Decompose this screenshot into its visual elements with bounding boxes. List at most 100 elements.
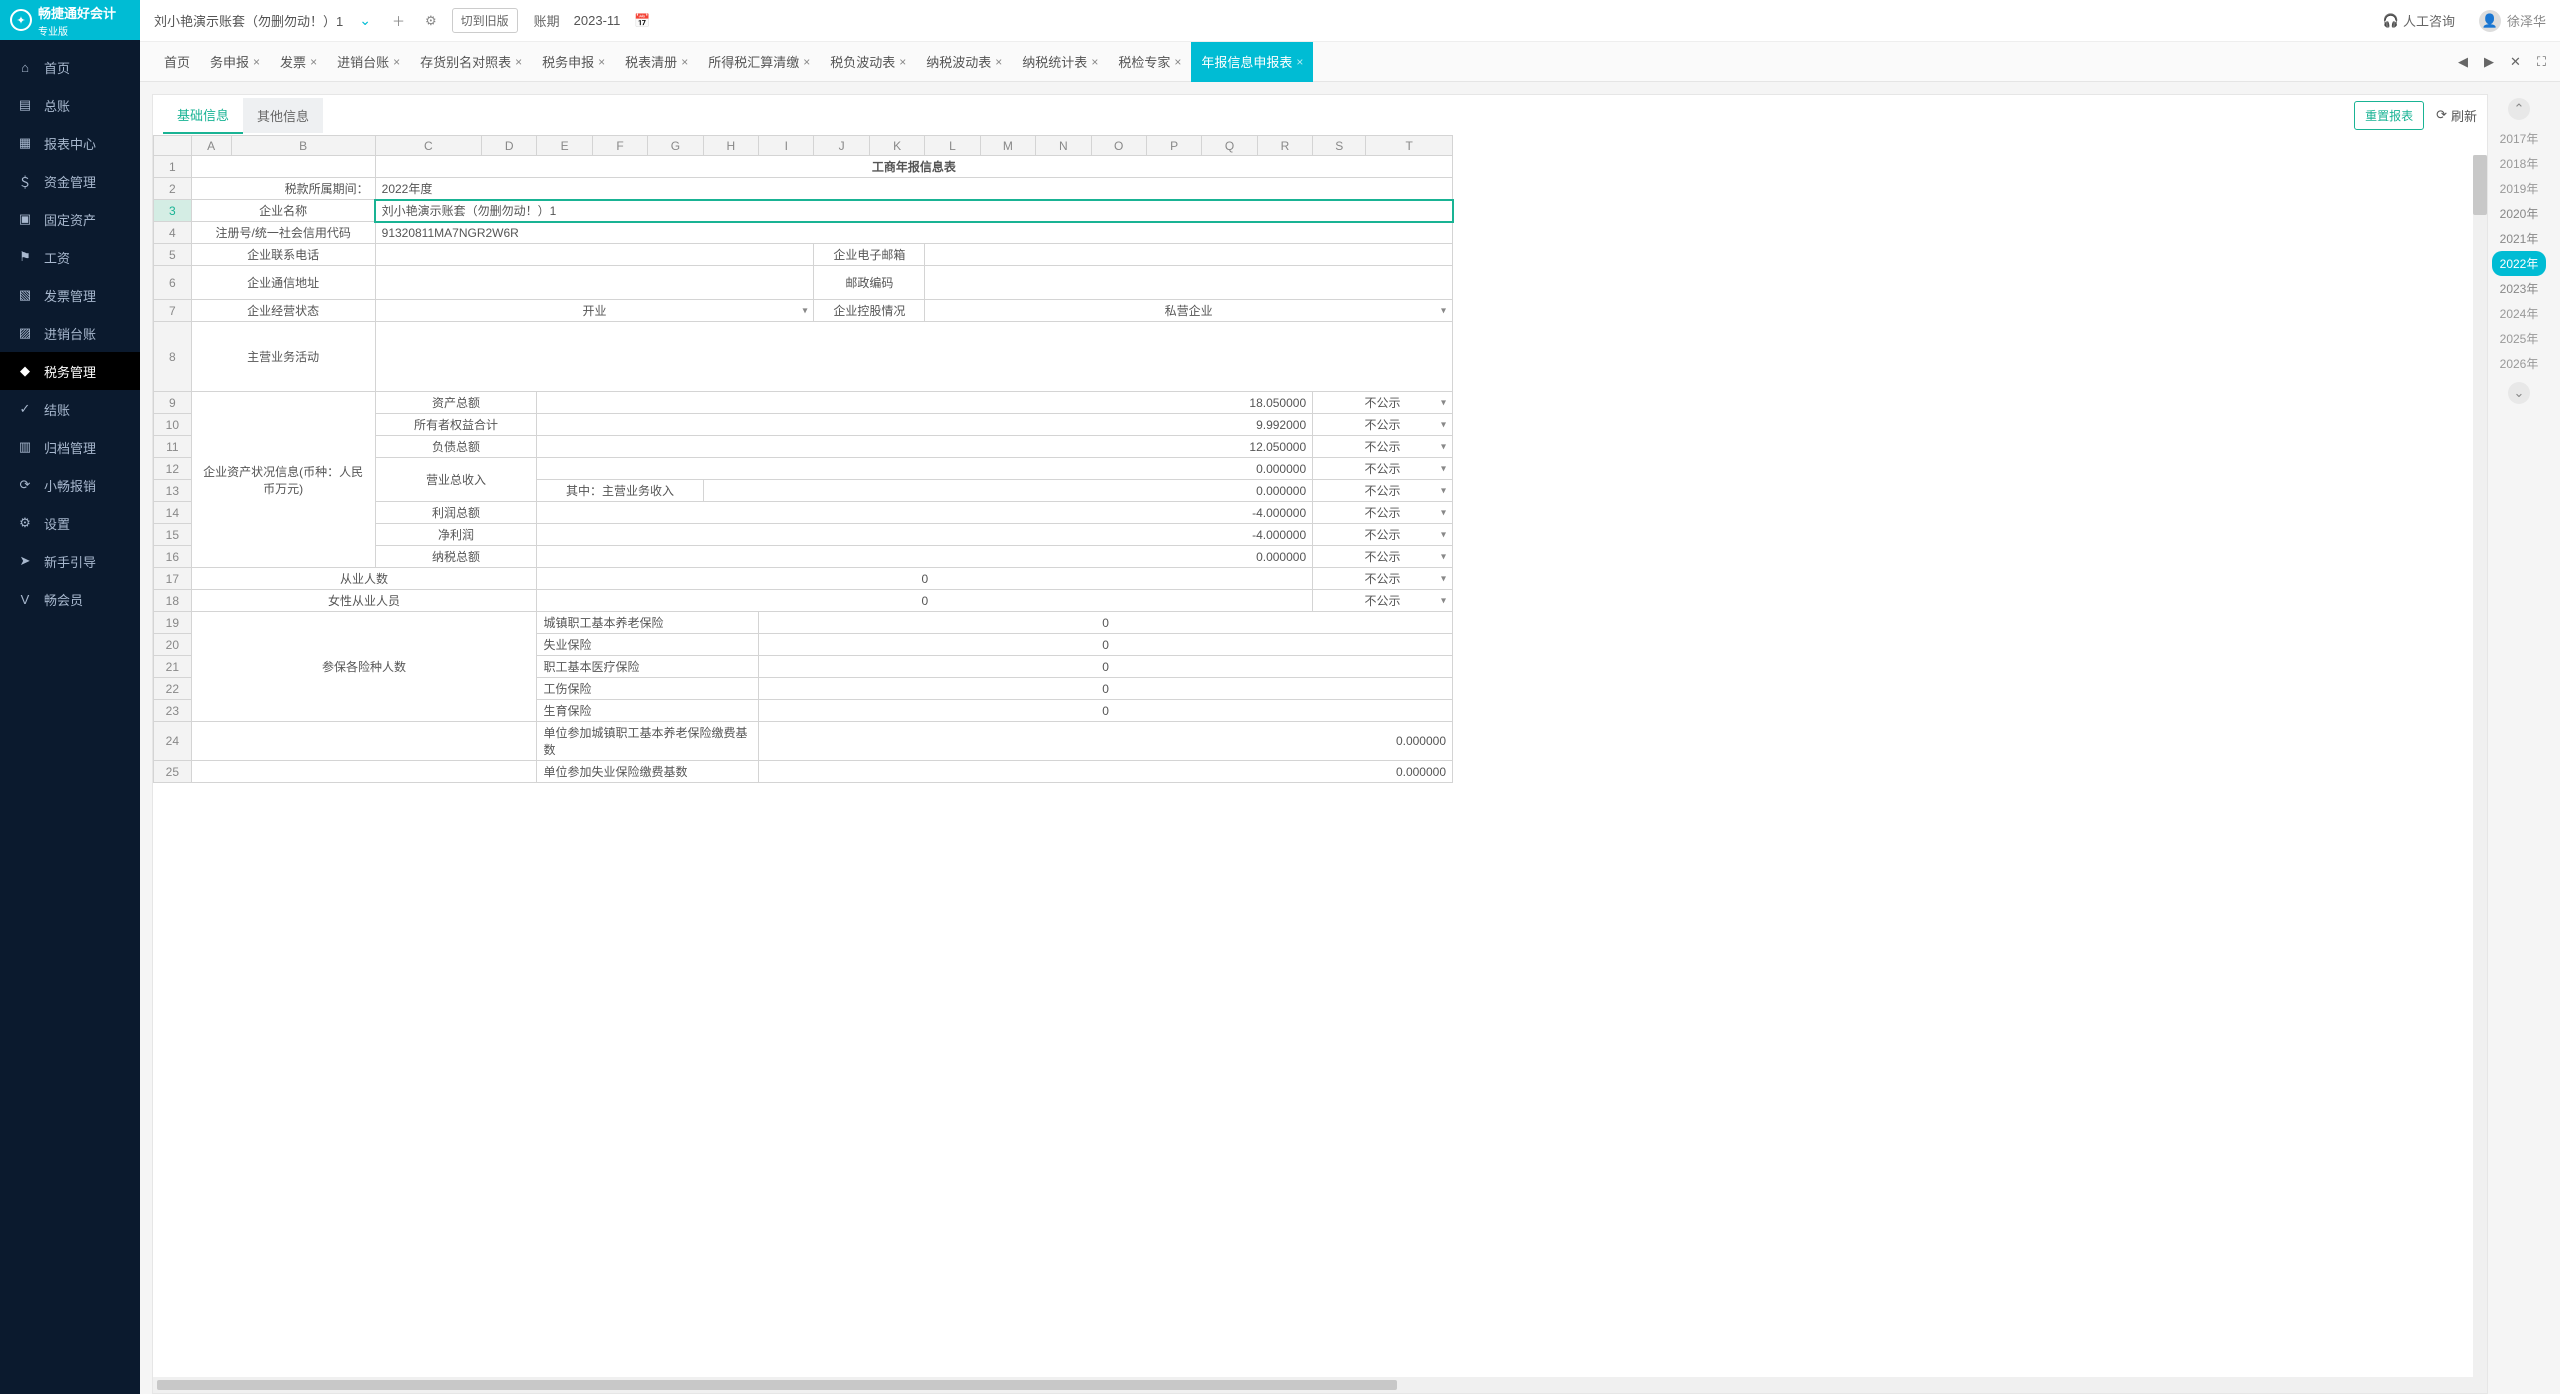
- close-icon[interactable]: ×: [1174, 55, 1181, 69]
- row-header[interactable]: 9: [154, 392, 192, 414]
- col-header[interactable]: M: [980, 136, 1035, 156]
- company-name-value[interactable]: 刘小艳演示账套（勿删勿动！）1: [375, 200, 1452, 222]
- reg-no-value[interactable]: 91320811MA7NGR2W6R: [375, 222, 1452, 244]
- row-header[interactable]: 1: [154, 156, 192, 178]
- sidebar-item-10[interactable]: ▥归档管理: [0, 428, 140, 466]
- insurance-value[interactable]: 0: [759, 678, 1453, 700]
- female-value[interactable]: 0: [537, 590, 1313, 612]
- insurance-value[interactable]: 0: [759, 700, 1453, 722]
- row-header[interactable]: 19: [154, 612, 192, 634]
- asset-row-value[interactable]: 12.050000: [537, 436, 1313, 458]
- sidebar-item-9[interactable]: ✓结账: [0, 390, 140, 428]
- account-selector[interactable]: 刘小艳演示账套（勿删勿动！）1: [154, 11, 343, 30]
- insurance-value[interactable]: 0: [759, 634, 1453, 656]
- asset-row-value[interactable]: -4.000000: [537, 524, 1313, 546]
- close-icon[interactable]: ×: [310, 55, 317, 69]
- tabs-expand-icon[interactable]: ⛶: [2533, 52, 2550, 72]
- row-header[interactable]: 16: [154, 546, 192, 568]
- year-option[interactable]: 2018年: [2492, 151, 2547, 176]
- biz-status-select[interactable]: 开业: [375, 300, 814, 322]
- sidebar-item-8[interactable]: ◆税务管理: [0, 352, 140, 390]
- base-value[interactable]: 0.000000: [759, 761, 1453, 783]
- row-header[interactable]: 20: [154, 634, 192, 656]
- row-header[interactable]: 3: [154, 200, 192, 222]
- close-icon[interactable]: ×: [899, 55, 906, 69]
- year-option[interactable]: 2024年: [2492, 301, 2547, 326]
- period-value[interactable]: 2023-11: [574, 13, 621, 28]
- col-header[interactable]: J: [814, 136, 869, 156]
- year-option[interactable]: 2025年: [2492, 326, 2547, 351]
- close-icon[interactable]: ×: [598, 55, 605, 69]
- support-button[interactable]: 🎧 人工咨询: [2383, 11, 2455, 30]
- row-header[interactable]: 11: [154, 436, 192, 458]
- tab-other-info[interactable]: 其他信息: [243, 98, 323, 133]
- col-header[interactable]: T: [1366, 136, 1453, 156]
- tab-2[interactable]: 发票×: [270, 42, 327, 82]
- year-option[interactable]: 2020年: [2492, 201, 2547, 226]
- publicity-select[interactable]: 不公示: [1313, 436, 1453, 458]
- year-option[interactable]: 2022年: [2492, 251, 2547, 276]
- col-header[interactable]: D: [482, 136, 537, 156]
- publicity-select[interactable]: 不公示: [1313, 392, 1453, 414]
- tab-7[interactable]: 所得税汇算清缴×: [698, 42, 820, 82]
- holding-select[interactable]: 私营企业: [925, 300, 1453, 322]
- sidebar-item-2[interactable]: ▦报表中心: [0, 124, 140, 162]
- asset-row-value[interactable]: 0.000000: [537, 458, 1313, 480]
- insurance-value[interactable]: 0: [759, 612, 1453, 634]
- col-header[interactable]: K: [869, 136, 924, 156]
- tab-6[interactable]: 税表清册×: [615, 42, 698, 82]
- col-header[interactable]: P: [1146, 136, 1201, 156]
- close-icon[interactable]: ×: [803, 55, 810, 69]
- sidebar-item-7[interactable]: ▨进销台账: [0, 314, 140, 352]
- close-icon[interactable]: ×: [1296, 55, 1303, 69]
- col-header[interactable]: Q: [1202, 136, 1257, 156]
- close-icon[interactable]: ×: [393, 55, 400, 69]
- year-option[interactable]: 2023年: [2492, 276, 2547, 301]
- row-header[interactable]: 14: [154, 502, 192, 524]
- col-header[interactable]: H: [703, 136, 758, 156]
- tab-1[interactable]: 务申报×: [200, 42, 270, 82]
- email-value[interactable]: [925, 244, 1453, 266]
- base-value[interactable]: 0.000000: [759, 722, 1453, 761]
- publicity-select[interactable]: 不公示: [1313, 458, 1453, 480]
- close-icon[interactable]: ×: [681, 55, 688, 69]
- year-down-icon[interactable]: ⌄: [2508, 382, 2530, 404]
- year-up-icon[interactable]: ⌃: [2508, 98, 2530, 120]
- gear-icon[interactable]: ⚙: [420, 13, 442, 29]
- row-header[interactable]: 6: [154, 266, 192, 300]
- publicity-select[interactable]: 不公示: [1313, 546, 1453, 568]
- sidebar-item-14[interactable]: V畅会员: [0, 580, 140, 618]
- row-header[interactable]: 18: [154, 590, 192, 612]
- year-option[interactable]: 2017年: [2492, 126, 2547, 151]
- main-biz-value[interactable]: [375, 322, 1452, 392]
- sidebar-item-6[interactable]: ▧发票管理: [0, 276, 140, 314]
- col-header[interactable]: G: [648, 136, 703, 156]
- postal-value[interactable]: [925, 266, 1453, 300]
- refresh-button[interactable]: ⟳ 刷新: [2436, 106, 2477, 125]
- close-icon[interactable]: ×: [1091, 55, 1098, 69]
- row-header[interactable]: 25: [154, 761, 192, 783]
- sidebar-item-13[interactable]: ➤新手引导: [0, 542, 140, 580]
- publicity-select[interactable]: 不公示: [1313, 414, 1453, 436]
- sub-revenue-value[interactable]: 0.000000: [703, 480, 1312, 502]
- sidebar-item-3[interactable]: ＄资金管理: [0, 162, 140, 200]
- col-header[interactable]: I: [759, 136, 814, 156]
- employees-value[interactable]: 0: [537, 568, 1313, 590]
- tab-11[interactable]: 税检专家×: [1108, 42, 1191, 82]
- sidebar-item-11[interactable]: ⟳小畅报销: [0, 466, 140, 504]
- col-header[interactable]: S: [1313, 136, 1366, 156]
- asset-row-value[interactable]: 9.992000: [537, 414, 1313, 436]
- insurance-value[interactable]: 0: [759, 656, 1453, 678]
- asset-row-value[interactable]: 18.050000: [537, 392, 1313, 414]
- row-header[interactable]: 10: [154, 414, 192, 436]
- reset-report-button[interactable]: 重置报表: [2354, 101, 2424, 130]
- tab-4[interactable]: 存货别名对照表×: [410, 42, 532, 82]
- tax-period-value[interactable]: 2022年度: [375, 178, 1452, 200]
- col-header[interactable]: A: [191, 136, 231, 156]
- publicity-select[interactable]: 不公示: [1313, 568, 1453, 590]
- sidebar-item-0[interactable]: ⌂首页: [0, 48, 140, 86]
- publicity-select[interactable]: 不公示: [1313, 524, 1453, 546]
- row-header[interactable]: 13: [154, 480, 192, 502]
- col-header[interactable]: L: [925, 136, 980, 156]
- row-header[interactable]: 23: [154, 700, 192, 722]
